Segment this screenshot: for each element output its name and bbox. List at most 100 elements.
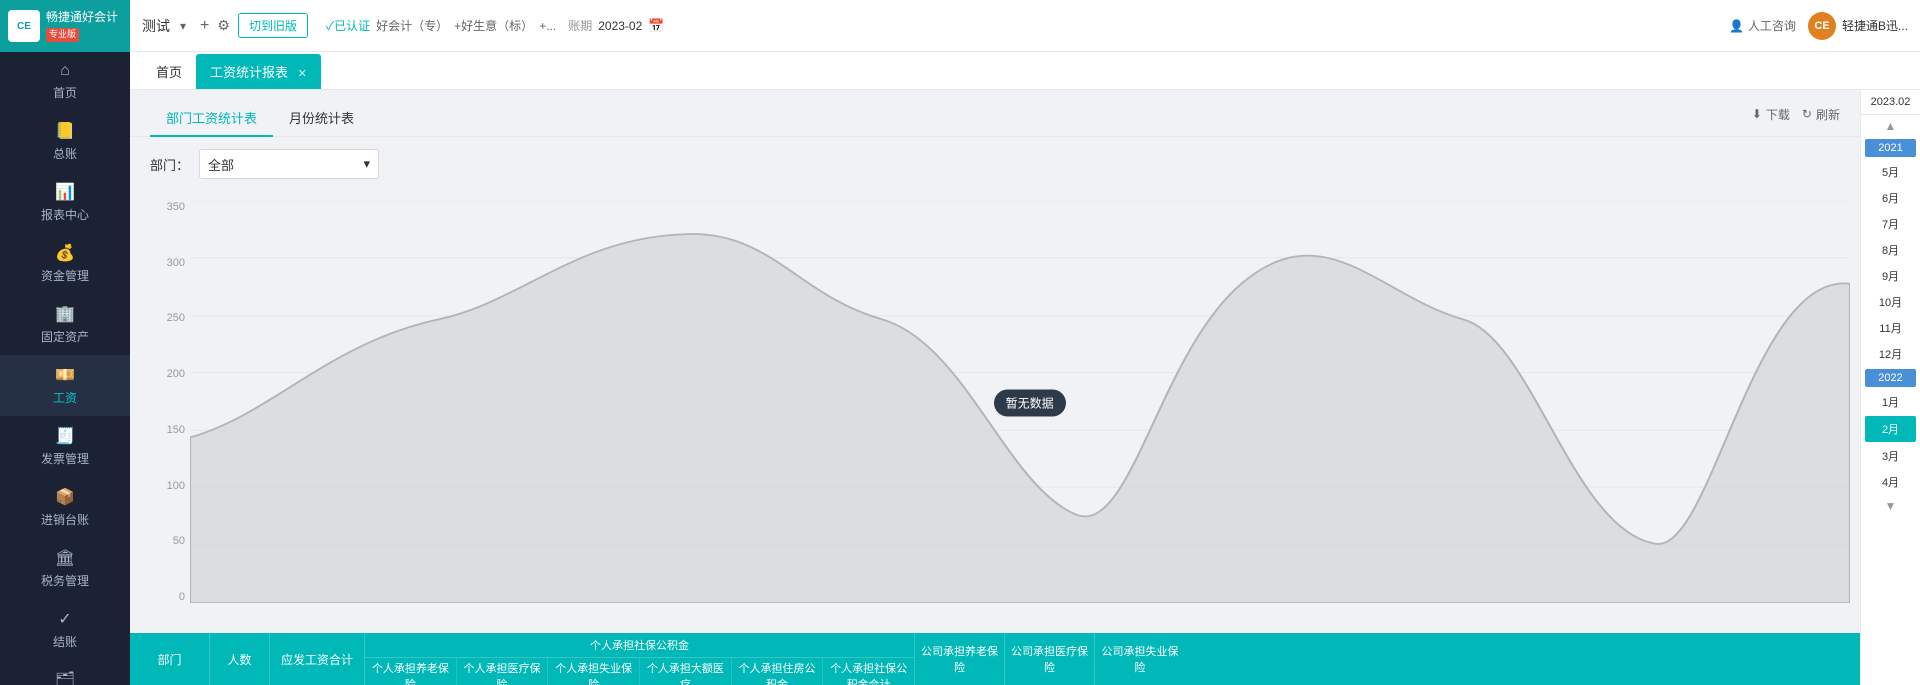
date-month-2022-1月[interactable]: 1月 [1861, 389, 1920, 415]
invoice-icon: 🧾 [55, 426, 75, 446]
th-company-medical: 公司承担医疗保险 [1005, 633, 1095, 685]
funds-icon: 💰 [55, 243, 75, 263]
sidebar-item-label: 固定资产 [41, 328, 89, 345]
status-good: 好会计（专） [376, 17, 448, 34]
y-label: 350 [167, 201, 185, 213]
sidebar-item-label: 发票管理 [41, 450, 89, 467]
date-month-2021-6月[interactable]: 6月 [1861, 185, 1920, 211]
filter-bar: 部门： 全部 ▾ [130, 137, 1860, 191]
sub-tab-dept[interactable]: 部门工资统计表 [150, 100, 273, 137]
th-group-personal: 个人承担社保公积金 个人承担养老保险个人承担医疗保险个人承担失业保险个人承担大额… [365, 633, 915, 685]
period-value: 2023-02 [598, 19, 642, 33]
th-group-sub-2: 个人承担失业保险 [548, 658, 640, 685]
th-company-pension: 公司承担养老保险 [915, 633, 1005, 685]
topbar-add-icon[interactable]: + [200, 17, 209, 35]
date-nav-down[interactable]: ▼ [1861, 495, 1920, 517]
y-label: 300 [167, 257, 185, 269]
tabbar: 首页 工资统计报表 ✕ [130, 52, 1920, 90]
y-label: 50 [173, 535, 185, 547]
date-year-2022: 2022 [1865, 369, 1916, 387]
user-area: CE 轻捷通B迅... [1808, 12, 1908, 40]
sidebar-item-funds[interactable]: 💰 资金管理 [0, 233, 130, 294]
dept-filter-select[interactable]: 全部 ▾ [199, 149, 379, 179]
date-panel: 2023.02 ▲ 20215月6月7月8月9月10月11月12月20221月2… [1860, 90, 1920, 685]
archive-icon: 🗂 [55, 670, 75, 685]
sidebar-item-stock[interactable]: 📦进销台账 [0, 477, 130, 538]
date-month-2021-11月[interactable]: 11月 [1861, 315, 1920, 341]
switch-old-button[interactable]: 切到旧版 [238, 13, 308, 38]
date-month-2022-4月[interactable]: 4月 [1861, 469, 1920, 495]
tab-home[interactable]: 首页 [142, 54, 196, 89]
calendar-icon[interactable]: 📅 [648, 18, 664, 34]
date-month-2021-10月[interactable]: 10月 [1861, 289, 1920, 315]
th-group-cols: 个人承担养老保险个人承担医疗保险个人承担失业保险个人承担大额医疗个人承担住房公积… [365, 658, 914, 685]
th-group-sub-0: 个人承担养老保险 [365, 658, 457, 685]
chart-y-labels: 350300250200150100500 [150, 201, 185, 603]
ledger-icon: 📒 [55, 121, 75, 141]
main-content-area: 部门工资统计表 月份统计表 ⬇ 下载 ↻ 刷新 [130, 90, 1860, 685]
date-month-2021-5月[interactable]: 5月 [1861, 159, 1920, 185]
sidebar-item-assets[interactable]: 🏢 固定资产 [0, 294, 130, 355]
topbar-title: 测试 [142, 16, 170, 36]
sidebar-item-settle[interactable]: ✓结账 [0, 599, 130, 660]
settle-icon: ✓ [58, 609, 71, 629]
reports-icon: 📊 [55, 182, 75, 202]
sidebar-item-tax[interactable]: 🏛 税务管理 [0, 538, 130, 599]
date-month-2022-3月[interactable]: 3月 [1861, 443, 1920, 469]
date-month-2021-9月[interactable]: 9月 [1861, 263, 1920, 289]
th-group-sub-1: 个人承担医疗保险 [457, 658, 549, 685]
sidebar-logo: CE 畅捷通好会计 专业版 [0, 0, 130, 52]
tax-icon: 🏛 [55, 548, 75, 568]
chart-container: 350300250200150100500 [130, 191, 1860, 633]
topbar-settings-icon[interactable]: ⚙ [217, 17, 230, 34]
home-icon: ⌂ [60, 62, 70, 80]
date-month-2021-7月[interactable]: 7月 [1861, 211, 1920, 237]
topbar-right: 👤 人工咨询 CE 轻捷通B迅... [1729, 12, 1908, 40]
download-button[interactable]: ⬇ 下载 [1752, 106, 1790, 123]
date-month-2021-12月[interactable]: 12月 [1861, 341, 1920, 367]
refresh-button[interactable]: ↻ 刷新 [1802, 106, 1840, 123]
main-area: 测试 ▾ + ⚙ 切到旧版 ✓已认证 好会计（专） +好生意（标） +... 账… [130, 0, 1920, 685]
sidebar-item-label: 资金管理 [41, 267, 89, 284]
th-total-salary: 应发工资合计 [270, 633, 365, 685]
sidebar-item-invoice[interactable]: 🧾 发票管理 [0, 416, 130, 477]
th-dept: 部门 [130, 633, 210, 685]
logo-text: 畅捷通好会计 专业版 [46, 10, 118, 41]
date-nav-up[interactable]: ▲ [1861, 115, 1920, 137]
sidebar-item-home[interactable]: ⌂首页 [0, 52, 130, 111]
topbar-dropdown-icon[interactable]: ▾ [180, 19, 186, 33]
sidebar: CE 畅捷通好会计 专业版 ⌂首页 📒 总账 📊 报表中心 💰 资金管理 🏢 固定资产 💴 工资 🧾 发… [0, 0, 130, 685]
th-company-unemployment: 公司承担失业保险 [1095, 633, 1185, 685]
sidebar-item-label: 报表中心 [41, 206, 89, 223]
refresh-icon: ↻ [1802, 107, 1812, 121]
y-label: 100 [167, 480, 185, 492]
th-group-sub-3: 个人承担大额医疗 [640, 658, 732, 685]
topbar-actions: + ⚙ 切到旧版 [200, 13, 308, 38]
sidebar-item-ledger[interactable]: 📒 总账 [0, 111, 130, 172]
user-name: 轻捷通B迅... [1842, 17, 1908, 34]
status-business: +好生意（标） [454, 17, 533, 34]
th-group-label: 个人承担社保公积金 [365, 633, 914, 658]
sidebar-item-label: 进销台账 [41, 511, 89, 528]
help-button[interactable]: 👤 人工咨询 [1729, 17, 1796, 34]
sidebar-item-archive[interactable]: 🗂归档管理 [0, 660, 130, 685]
th-group-sub-5: 个人承担社保公积金合计 [823, 658, 914, 685]
tab-close-icon[interactable]: ✕ [298, 68, 307, 80]
tab-salary-report[interactable]: 工资统计报表 ✕ [196, 54, 321, 89]
topbar: 测试 ▾ + ⚙ 切到旧版 ✓已认证 好会计（专） +好生意（标） +... 账… [130, 0, 1920, 52]
download-icon: ⬇ [1752, 107, 1762, 121]
sub-tab-monthly[interactable]: 月份统计表 [273, 100, 370, 137]
date-panel-header: 2023.02 [1861, 90, 1920, 115]
sidebar-item-salary[interactable]: 💴 工资 [0, 355, 130, 416]
salary-icon: 💴 [55, 365, 75, 385]
sidebar-item-reports[interactable]: 📊 报表中心 [0, 172, 130, 233]
assets-icon: 🏢 [55, 304, 75, 324]
sidebar-item-label: 总账 [53, 145, 77, 162]
sidebar-item-label: 工资 [53, 389, 77, 406]
y-label: 200 [167, 368, 185, 380]
period-label: 账期 [568, 17, 592, 34]
sidebar-item-label: 税务管理 [41, 572, 89, 589]
date-month-2022-2月[interactable]: 2月 [1865, 416, 1916, 442]
date-month-2021-8月[interactable]: 8月 [1861, 237, 1920, 263]
sub-tabs: 部门工资统计表 月份统计表 ⬇ 下载 ↻ 刷新 [130, 90, 1860, 137]
